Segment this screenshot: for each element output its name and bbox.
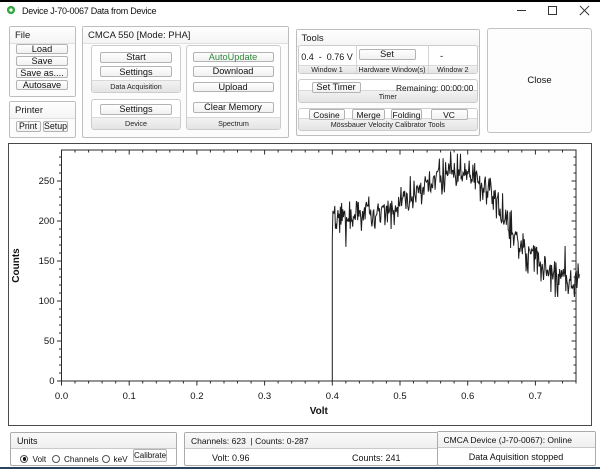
svg-text:Counts: Counts <box>11 248 22 283</box>
svg-text:0.0: 0.0 <box>55 391 68 402</box>
svg-text:150: 150 <box>39 256 55 267</box>
svg-text:0: 0 <box>49 376 54 387</box>
svg-text:0.5: 0.5 <box>393 391 406 402</box>
svg-text:0.6: 0.6 <box>461 391 474 402</box>
svg-text:200: 200 <box>39 216 55 227</box>
svg-text:0.1: 0.1 <box>123 391 136 402</box>
svg-text:0.2: 0.2 <box>190 391 203 402</box>
svg-text:250: 250 <box>39 176 55 187</box>
svg-text:Volt: Volt <box>310 406 329 417</box>
svg-text:0.3: 0.3 <box>258 391 271 402</box>
svg-text:0.4: 0.4 <box>326 391 339 402</box>
svg-text:0.7: 0.7 <box>529 391 542 402</box>
svg-text:100: 100 <box>39 296 55 307</box>
svg-text:50: 50 <box>44 336 55 347</box>
